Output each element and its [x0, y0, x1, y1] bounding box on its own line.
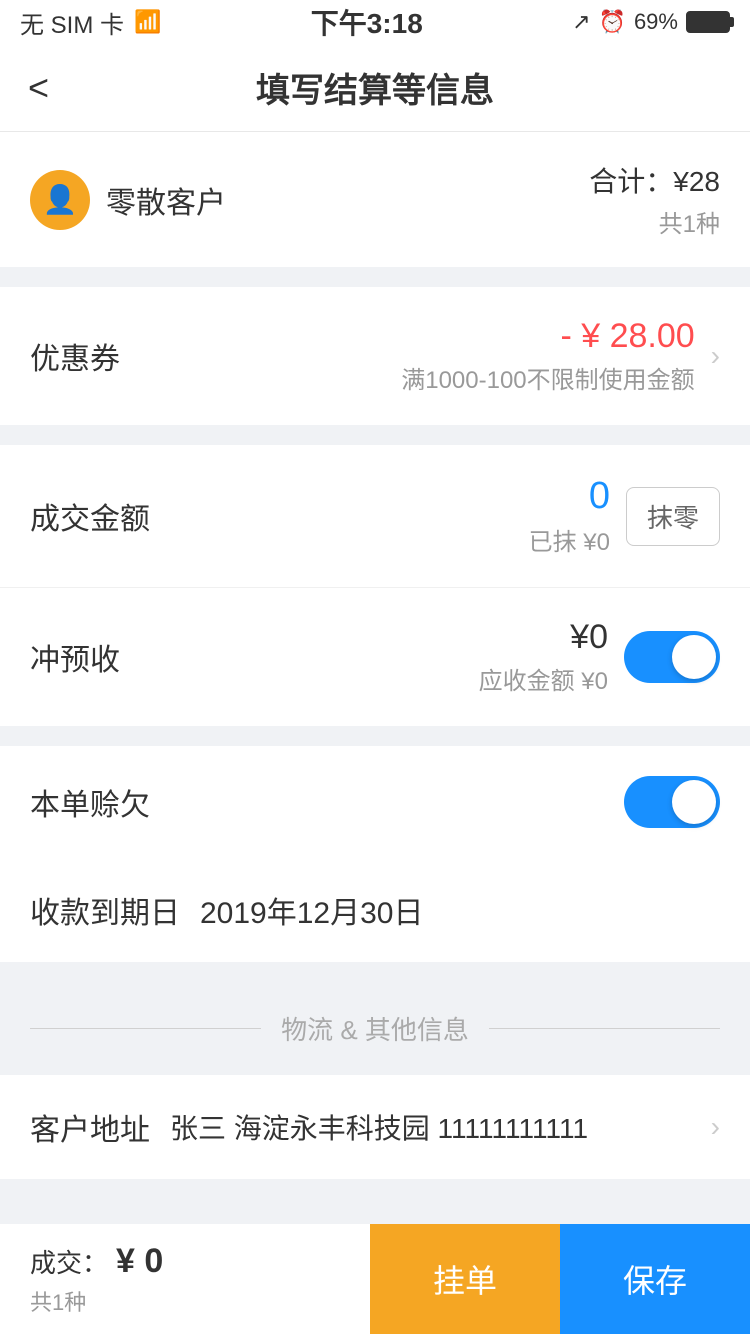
prereceive-label: 冲预收 [30, 635, 150, 679]
status-left: 无 SIM 卡 📶 [20, 5, 161, 40]
avatar-icon: 👤 [43, 183, 78, 216]
prereceive-right: ¥0 应收金额 ¥0 [479, 618, 720, 696]
round-button[interactable]: 抹零 [626, 487, 720, 546]
coupon-value-block: - ¥ 28.00 满1000-100不限制使用金额 [401, 317, 694, 395]
bottom-summary-top: 成交： ¥ 0 [30, 1242, 340, 1281]
prereceive-row: 冲预收 ¥0 应收金额 ¥0 [0, 588, 750, 726]
status-right: ↗ ⏰ 69% [572, 9, 730, 35]
main-content: 👤 零散客户 合计：¥28 共1种 优惠券 - ¥ 28.00 满1000-10… [0, 132, 750, 1299]
due-date-value: 2019年12月30日 [200, 888, 423, 932]
address-label: 客户地址 [30, 1105, 150, 1149]
pending-button[interactable]: 挂单 [370, 1224, 560, 1334]
logistics-divider: 物流 & 其他信息 [0, 982, 750, 1075]
bottom-summary-count: 共1种 [30, 1285, 340, 1317]
coupon-section: 优惠券 - ¥ 28.00 满1000-100不限制使用金额 › [0, 287, 750, 425]
customer-left: 👤 零散客户 [30, 170, 226, 230]
coupon-right: - ¥ 28.00 满1000-100不限制使用金额 › [401, 317, 720, 395]
transaction-right: 0 已抹 ¥0 抹零 [529, 475, 720, 557]
status-bar: 无 SIM 卡 📶 下午3:18 ↗ ⏰ 69% [0, 0, 750, 44]
transaction-row: 成交金额 0 已抹 ¥0 抹零 [0, 445, 750, 588]
back-button[interactable]: < [28, 67, 49, 109]
logistics-line-right [489, 1028, 720, 1029]
logistics-label: 物流 & 其他信息 [281, 1010, 469, 1047]
bottom-bar: 成交： ¥ 0 共1种 挂单 保存 [0, 1224, 750, 1334]
transaction-value-block: 0 已抹 ¥0 [529, 475, 610, 557]
divider-2 [0, 425, 750, 445]
transaction-label: 成交金额 [30, 494, 150, 538]
debt-section: 本单赊欠 [0, 746, 750, 858]
status-time: 下午3:18 [311, 2, 423, 42]
logistics-line-left [30, 1028, 261, 1029]
wifi-icon: 📶 [134, 9, 161, 35]
prereceive-value: ¥0 [479, 618, 608, 657]
address-section[interactable]: 客户地址 张三 海淀永丰科技园 11111111111 › [0, 1075, 750, 1179]
address-value: 张三 海淀永丰科技园 11111111111 [150, 1107, 711, 1147]
avatar: 👤 [30, 170, 90, 230]
alarm-icon: ⏰ [599, 9, 626, 35]
battery-percent: 69% [634, 9, 678, 35]
nav-bar: < 填写结算等信息 [0, 44, 750, 132]
coupon-row[interactable]: 优惠券 - ¥ 28.00 满1000-100不限制使用金额 › [0, 287, 750, 425]
transaction-amount[interactable]: 0 [529, 475, 610, 518]
toggle-thumb [672, 635, 716, 679]
carrier-label: 无 SIM 卡 [20, 5, 124, 40]
coupon-label: 优惠券 [30, 334, 150, 378]
address-chevron-icon: › [711, 1111, 720, 1143]
due-date-label: 收款到期日 [30, 888, 180, 932]
location-icon: ↗ [572, 9, 590, 35]
coupon-desc: 满1000-100不限制使用金额 [401, 360, 694, 395]
prereceive-value-block: ¥0 应收金额 ¥0 [479, 618, 608, 696]
customer-count: 共1种 [589, 204, 720, 239]
debt-label: 本单赊欠 [30, 780, 150, 824]
bottom-summary-amount: ¥ 0 [116, 1242, 163, 1281]
customer-total: 合计：¥28 [589, 160, 720, 200]
save-button[interactable]: 保存 [560, 1224, 750, 1334]
prereceive-sub: 应收金额 ¥0 [479, 661, 608, 696]
divider-1 [0, 267, 750, 287]
prereceive-toggle[interactable] [624, 631, 720, 683]
bottom-summary: 成交： ¥ 0 共1种 [0, 1242, 370, 1317]
transaction-section: 成交金额 0 已抹 ¥0 抹零 冲预收 ¥0 应收金额 ¥0 [0, 445, 750, 726]
divider-3 [0, 726, 750, 746]
page-title: 填写结算等信息 [256, 63, 494, 112]
bottom-summary-label: 成交： [30, 1243, 108, 1280]
chevron-right-icon: › [711, 340, 720, 372]
transaction-sub: 已抹 ¥0 [529, 522, 610, 557]
due-date-row[interactable]: 收款到期日 2019年12月30日 [0, 858, 750, 962]
coupon-discount: - ¥ 28.00 [401, 317, 694, 356]
debt-toggle-thumb [672, 780, 716, 824]
customer-right: 合计：¥28 共1种 [589, 160, 720, 239]
battery-icon [686, 11, 730, 33]
debt-toggle[interactable] [624, 776, 720, 828]
customer-name: 零散客户 [106, 178, 226, 222]
customer-section: 👤 零散客户 合计：¥28 共1种 [0, 132, 750, 267]
